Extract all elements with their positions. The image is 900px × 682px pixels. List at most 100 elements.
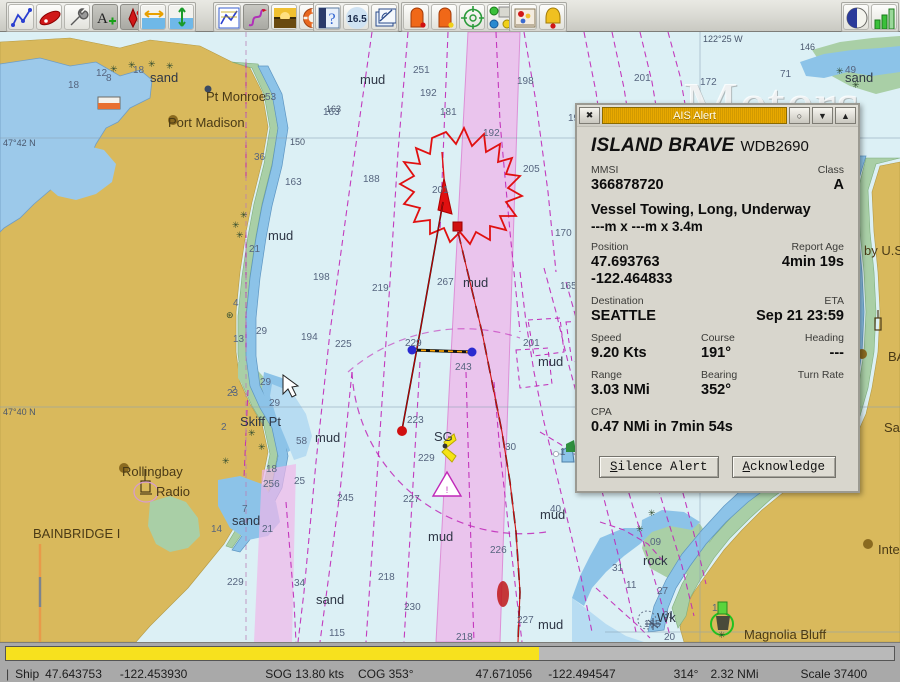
cursor-longitude: -122.494547 bbox=[548, 667, 615, 681]
ack-rest: cknowledge bbox=[750, 460, 825, 474]
help-button[interactable]: ? bbox=[315, 4, 341, 30]
toolbar-group-buoy-tools bbox=[401, 2, 515, 32]
palette-button[interactable] bbox=[511, 4, 537, 30]
silence-rest: ilence Alert bbox=[617, 460, 707, 474]
vessel-name: ISLAND BRAVE WDB2690 bbox=[591, 135, 844, 157]
buoy-red-button[interactable] bbox=[403, 4, 429, 30]
svg-text:✳: ✳ bbox=[222, 456, 230, 466]
toolbar-group-display-tools bbox=[841, 2, 899, 32]
sunset-view-button[interactable] bbox=[271, 4, 297, 30]
course-label: Course bbox=[701, 332, 785, 345]
vessel-call-sign: WDB2690 bbox=[741, 138, 809, 155]
chart-scale: Scale 37400 bbox=[801, 667, 868, 681]
svg-text:✳: ✳ bbox=[128, 60, 136, 70]
vessel-tool-button[interactable] bbox=[36, 4, 62, 30]
destination-label: Destination bbox=[591, 295, 701, 308]
position-latitude: 47.693763 bbox=[591, 254, 701, 271]
toolbar-group-info-tools: ? 16.5 bbox=[313, 2, 399, 32]
position-label: Position bbox=[591, 241, 701, 254]
svg-text:✳: ✳ bbox=[148, 59, 156, 69]
toolbar-group-measure-tools bbox=[138, 2, 196, 32]
vessel-name-text: ISLAND BRAVE bbox=[591, 135, 735, 156]
dialog-body: ISLAND BRAVE WDB2690 MMSI 366878720 Class… bbox=[577, 126, 858, 491]
svg-text:A: A bbox=[97, 11, 108, 27]
svg-text:✳: ✳ bbox=[110, 64, 118, 74]
radar-overlay-button[interactable] bbox=[371, 4, 397, 30]
report-age-label: Report Age bbox=[791, 241, 844, 254]
settings-wrench-button[interactable] bbox=[64, 4, 90, 30]
silence-alert-button[interactable]: Silence Alert bbox=[599, 456, 719, 478]
heading-value: --- bbox=[830, 345, 845, 362]
svg-text:✳: ✳ bbox=[166, 61, 174, 71]
progress-bar bbox=[5, 646, 895, 661]
heading-label: Heading bbox=[805, 332, 844, 345]
scale-button[interactable]: 16.5 bbox=[343, 4, 369, 30]
svg-text:16.5: 16.5 bbox=[347, 14, 367, 25]
svg-text:?: ? bbox=[328, 11, 335, 28]
cursor-latitude: 47.671056 bbox=[476, 667, 533, 681]
day-night-button[interactable] bbox=[843, 4, 869, 30]
horizontal-range-button[interactable] bbox=[140, 4, 166, 30]
ack-accel: A bbox=[743, 460, 751, 474]
cog-value: COG 353° bbox=[358, 667, 414, 681]
eta-value: Sep 21 23:59 bbox=[756, 308, 844, 325]
svg-text:✳: ✳ bbox=[648, 508, 656, 518]
sog-value: SOG 13.80 kts bbox=[265, 667, 344, 681]
dialog-button-row: Silence Alert Acknowledge bbox=[577, 456, 858, 478]
vessel-dimensions: ---m x ---m x 3.4m bbox=[591, 219, 844, 234]
eta-label: ETA bbox=[824, 295, 844, 308]
dialog-close-button[interactable]: ✖ bbox=[579, 107, 600, 124]
vertical-depth-button[interactable] bbox=[168, 4, 194, 30]
toolbar-group-misc-tools bbox=[509, 2, 567, 32]
dialog-title-text: AIS Alert bbox=[602, 107, 787, 124]
ais-alert-dialog[interactable]: ✖ AIS Alert ○ ▼ ▲ ISLAND BRAVE WDB2690 MM… bbox=[575, 103, 860, 493]
ecdis-application: A? 16.5 bbox=[0, 0, 900, 681]
destination-value: SEATTLE bbox=[591, 308, 701, 325]
bearing-value: 352° bbox=[701, 382, 785, 399]
target-center-button[interactable] bbox=[459, 4, 485, 30]
cursor-range: 2.32 NMi bbox=[710, 667, 758, 681]
dialog-collapse-button[interactable]: ▼ bbox=[812, 107, 833, 124]
mmsi-value: 366878720 bbox=[591, 177, 701, 194]
dialog-minimize-button[interactable]: ○ bbox=[789, 107, 810, 124]
class-value: A bbox=[834, 177, 844, 194]
ship-label: Ship bbox=[15, 667, 39, 681]
range-value: 3.03 NMi bbox=[591, 382, 701, 399]
course-value: 191° bbox=[701, 345, 785, 362]
track-curve-button[interactable] bbox=[243, 4, 269, 30]
svg-text:✳: ✳ bbox=[718, 630, 726, 640]
turn-rate-label: Turn Rate bbox=[798, 369, 844, 382]
route-tool-button[interactable] bbox=[8, 4, 34, 30]
speed-label: Speed bbox=[591, 332, 701, 345]
status-area: | Ship 47.643753 -122.453930 SOG 13.80 k… bbox=[0, 642, 900, 682]
mmsi-class-row: MMSI 366878720 Class A bbox=[591, 164, 844, 194]
cursor-bearing: 314° bbox=[674, 667, 699, 681]
cpa-row: CPA 0.47 NMi in 7min 54s bbox=[591, 406, 844, 436]
signal-bars-button[interactable] bbox=[871, 4, 897, 30]
acknowledge-button[interactable]: Acknowledge bbox=[732, 456, 837, 478]
class-label: Class bbox=[818, 164, 844, 177]
report-age-value: 4min 19s bbox=[782, 254, 844, 271]
main-toolbar: A? 16.5 bbox=[0, 0, 900, 32]
ship-latitude: 47.643753 bbox=[45, 667, 102, 681]
svg-text:✳: ✳ bbox=[258, 442, 266, 452]
dialog-titlebar[interactable]: ✖ AIS Alert ○ ▼ ▲ bbox=[577, 105, 858, 126]
progress-bar-fill bbox=[6, 647, 539, 660]
bell-button[interactable] bbox=[539, 4, 565, 30]
status-bar: | Ship 47.643753 -122.453930 SOG 13.80 k… bbox=[0, 665, 900, 682]
dialog-shade-button[interactable]: ▲ bbox=[835, 107, 856, 124]
vessel-type: Vessel Towing, Long, Underway bbox=[591, 202, 844, 218]
speed-course-heading-row: Speed 9.20 Kts Course 191° Heading --- bbox=[591, 332, 844, 362]
status-divider: | bbox=[0, 667, 15, 681]
range-label: Range bbox=[591, 369, 701, 382]
buoy-yellow-button[interactable] bbox=[431, 4, 457, 30]
svg-text:✳: ✳ bbox=[240, 210, 248, 220]
range-bearing-turnrate-row: Range 3.03 NMi Bearing 352° Turn Rate bbox=[591, 369, 844, 399]
bearing-label: Bearing bbox=[701, 369, 785, 382]
add-text-button[interactable]: A bbox=[92, 4, 118, 30]
svg-text:✳: ✳ bbox=[232, 220, 240, 230]
svg-text:⊛: ⊛ bbox=[226, 310, 234, 320]
chart-plot-button[interactable] bbox=[215, 4, 241, 30]
position-longitude: -122.464833 bbox=[591, 271, 701, 288]
toolbar-group-chart-tools bbox=[213, 2, 327, 32]
